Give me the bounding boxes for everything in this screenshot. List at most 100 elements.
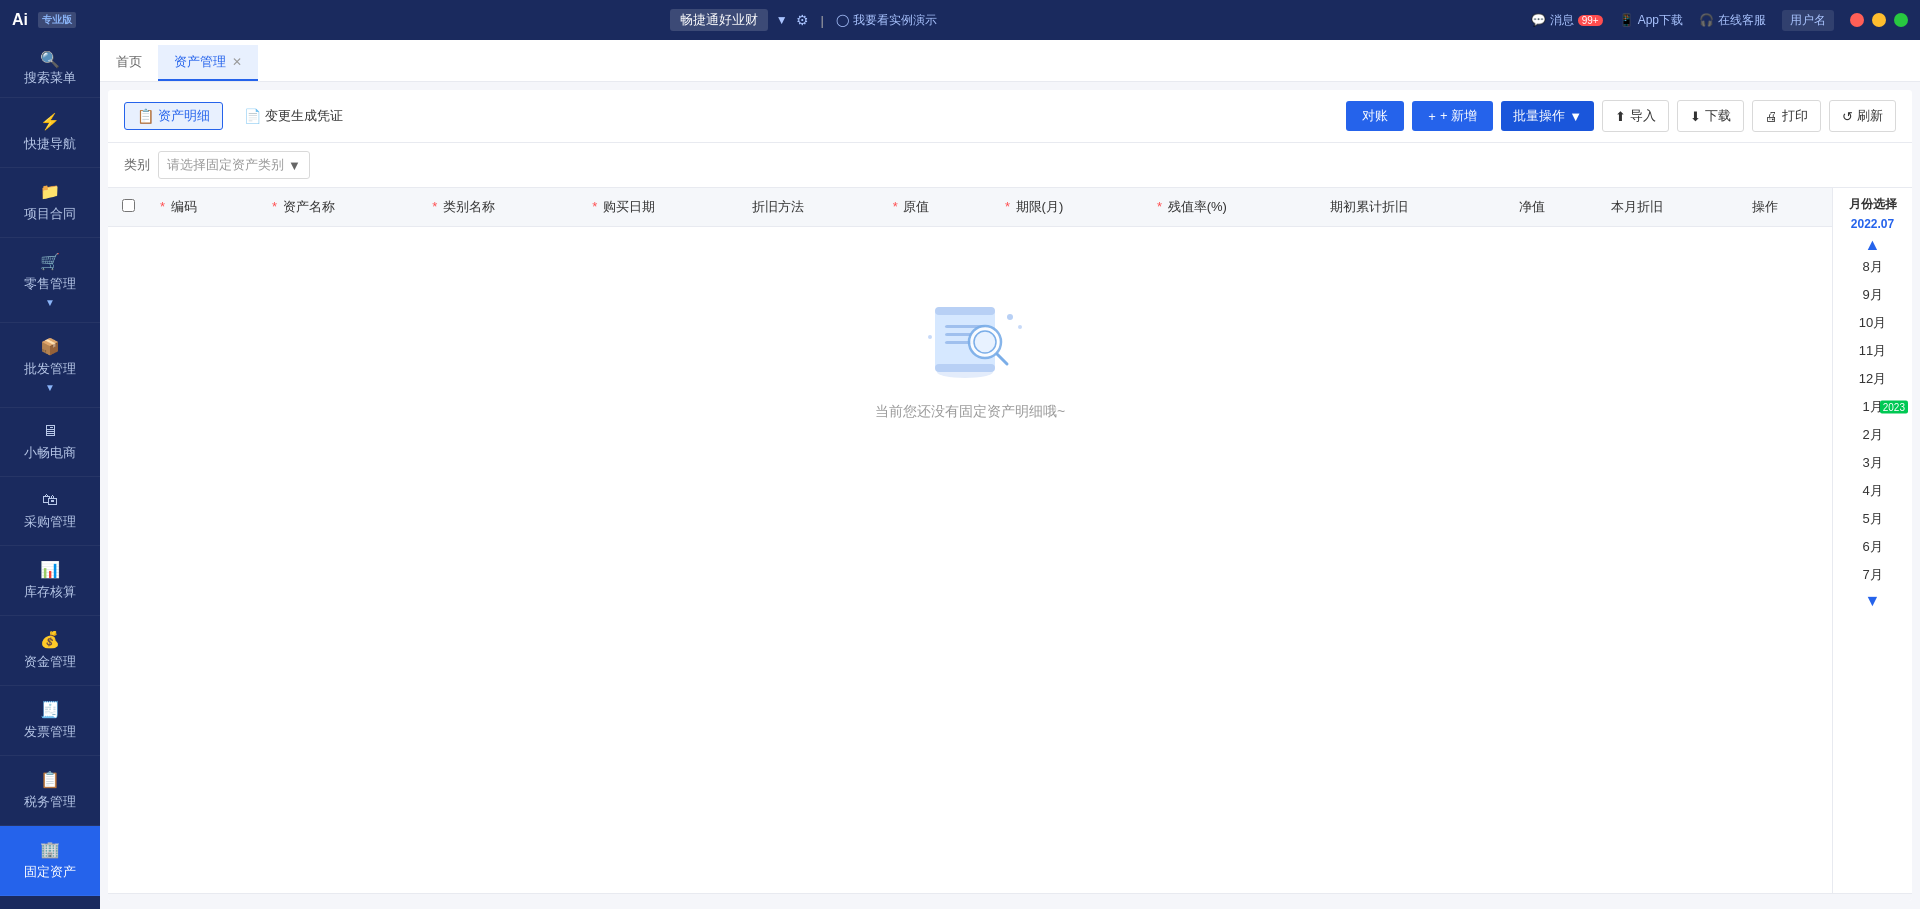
month-item-11[interactable]: 11月 — [1833, 337, 1912, 365]
content-area: 首页 资产管理 ✕ 📋 资产明细 📄 变更生成凭证 — [100, 40, 1920, 909]
year-2023-badge: 2023 — [1880, 401, 1908, 414]
refresh-icon: ↺ — [1842, 109, 1853, 124]
month-item-2[interactable]: 2月 — [1833, 421, 1912, 449]
filter-container: 类别 请选择固定资产类别 ▼ — [108, 143, 1912, 188]
toolbar-right: 对账 + + 新增 批量操作 ▼ ⬆ 导入 ⬇ 下载 — [1346, 100, 1896, 132]
company-name[interactable]: 畅捷通好业财 — [670, 9, 768, 31]
bottom-scroll[interactable] — [108, 893, 1912, 901]
message-icon: 💬 — [1531, 13, 1546, 27]
sub-tab-bar: 📋 资产明细 📄 变更生成凭证 对账 + + 新增 批量操作 — [108, 90, 1912, 143]
category-select[interactable]: 请选择固定资产类别 ▼ — [158, 151, 310, 179]
arrow-icon: ▼ — [45, 382, 55, 393]
app-logo: Ai — [12, 11, 28, 29]
table-header-row: * 编码 * 资产名称 * 类别名称 — [108, 188, 1832, 227]
table-month-container: * 编码 * 资产名称 * 类别名称 — [108, 188, 1912, 893]
month-item-10[interactable]: 10月 — [1833, 309, 1912, 337]
asset-detail-icon: 📋 — [137, 108, 154, 124]
month-panel-down-nav[interactable]: ▼ — [1865, 593, 1881, 609]
tab-close-icon[interactable]: ✕ — [232, 55, 242, 69]
change-voucher-icon: 📄 — [244, 108, 261, 124]
import-button[interactable]: ⬆ 导入 — [1602, 100, 1669, 132]
col-monthly-depreciation: 本月折旧 — [1599, 188, 1739, 227]
dropdown-arrow-icon: ▼ — [288, 158, 301, 173]
sidebar-item-purchase-mgmt[interactable]: 🛍 采购管理 — [0, 477, 100, 546]
col-code: * 编码 — [148, 188, 260, 227]
window-minimize-btn[interactable]: − — [1894, 13, 1908, 27]
print-button[interactable]: 🖨 打印 — [1752, 100, 1821, 132]
empty-illustration — [910, 287, 1030, 387]
month-item-4[interactable]: 4月 — [1833, 477, 1912, 505]
reconcile-button[interactable]: 对账 — [1346, 101, 1404, 131]
select-all-checkbox[interactable] — [122, 199, 135, 212]
sidebar-item-inventory[interactable]: 📊 库存核算 — [0, 546, 100, 616]
message-btn[interactable]: 💬 消息 99+ — [1531, 12, 1603, 29]
tab-asset-management[interactable]: 资产管理 ✕ — [158, 45, 258, 81]
month-item-9[interactable]: 9月 — [1833, 281, 1912, 309]
add-icon: + — [1428, 109, 1436, 124]
page-content: 📋 资产明细 📄 变更生成凭证 对账 + + 新增 批量操作 — [108, 90, 1912, 901]
col-purchase-date: * 购买日期 — [580, 188, 740, 227]
month-item-12[interactable]: 12月 — [1833, 365, 1912, 393]
svg-line-9 — [997, 354, 1007, 364]
empty-text: 当前您还没有固定资产明细哦~ — [875, 403, 1065, 421]
headset-icon: 🎧 — [1699, 13, 1714, 27]
home-tab-label: 首页 — [116, 53, 142, 71]
sidebar-item-retail-mgmt[interactable]: 🛒 零售管理 ▼ — [0, 238, 100, 323]
tab-bar: 首页 资产管理 ✕ — [100, 40, 1920, 82]
asset-tab-label: 资产管理 — [174, 53, 226, 71]
sidebar-item-ecommerce[interactable]: 🖥 小畅电商 — [0, 408, 100, 477]
sidebar-item-search[interactable]: 🔍 搜索菜单 — [0, 40, 100, 98]
col-checkbox — [108, 188, 148, 227]
month-panel-year: 2022.07 — [1851, 217, 1894, 231]
demo-icon: ◯ — [836, 13, 849, 27]
month-item-1[interactable]: 1月 2023 — [1833, 393, 1912, 421]
sidebar-item-salary[interactable]: 💵 工资 — [0, 896, 100, 909]
download-button[interactable]: ⬇ 下载 — [1677, 100, 1744, 132]
window-maximize-btn[interactable]: □ — [1872, 13, 1886, 27]
sidebar-item-project-contract[interactable]: 📁 项目合同 — [0, 168, 100, 238]
online-service-btn[interactable]: 🎧 在线客服 — [1699, 12, 1766, 29]
app-title: Ai 专业版 — [12, 11, 76, 29]
refresh-button[interactable]: ↺ 刷新 — [1829, 100, 1896, 132]
sub-tab-change-voucher[interactable]: 📄 变更生成凭证 — [231, 102, 356, 130]
empty-state: 当前您还没有固定资产明细哦~ — [108, 227, 1832, 481]
col-accumulated-depreciation: 期初累计折旧 — [1318, 188, 1506, 227]
col-depreciation-method: 折旧方法 — [740, 188, 880, 227]
month-item-6[interactable]: 6月 — [1833, 533, 1912, 561]
top-bar-left: Ai 专业版 — [12, 11, 76, 29]
user-info[interactable]: 用户名 — [1782, 10, 1834, 31]
sidebar-item-quick-nav[interactable]: ⚡ 快捷导航 — [0, 98, 100, 168]
month-item-7[interactable]: 7月 — [1833, 561, 1912, 589]
sidebar-item-fund-mgmt[interactable]: 💰 资金管理 — [0, 616, 100, 686]
demo-link[interactable]: ◯ 我要看实例演示 — [836, 12, 937, 29]
settings-icon[interactable]: ⚙ — [796, 12, 809, 28]
col-original-value: * 原值 — [881, 188, 993, 227]
month-panel-up-nav[interactable]: ▲ — [1865, 237, 1881, 253]
top-bar-center: 畅捷通好业财 ▼ ⚙ | ◯ 我要看实例演示 — [670, 9, 937, 31]
sidebar-item-tax-mgmt[interactable]: 📋 税务管理 — [0, 756, 100, 826]
col-net-value: 净值 — [1507, 188, 1599, 227]
app-download-btn[interactable]: 📱 App下载 — [1619, 12, 1683, 29]
col-operation: 操作 — [1740, 188, 1832, 227]
month-item-5[interactable]: 5月 — [1833, 505, 1912, 533]
col-name: * 资产名称 — [260, 188, 420, 227]
tab-home[interactable]: 首页 — [100, 45, 158, 81]
app-download-icon: 📱 — [1619, 13, 1634, 27]
svg-point-11 — [1018, 325, 1022, 329]
month-panel: 月份选择 2022.07 ▲ 8月 9月 10月 11月 12月 1月 2023… — [1832, 188, 1912, 893]
sidebar-item-invoice-mgmt[interactable]: 🧾 发票管理 — [0, 686, 100, 756]
assets-table: * 编码 * 资产名称 * 类别名称 — [108, 188, 1832, 227]
main-layout: 🔍 搜索菜单 ⚡ 快捷导航 📁 项目合同 🛒 零售管理 ▼ 📦 批发管理 ▼ 🖥… — [0, 40, 1920, 909]
download-icon: ⬇ — [1690, 109, 1701, 124]
add-button[interactable]: + + 新增 — [1412, 101, 1493, 131]
table-container[interactable]: * 编码 * 资产名称 * 类别名称 — [108, 188, 1912, 893]
window-close-btn[interactable]: ✕ — [1850, 13, 1864, 27]
batch-button[interactable]: 批量操作 ▼ — [1501, 101, 1594, 131]
company-dropdown[interactable]: ▼ — [776, 13, 788, 27]
month-item-3[interactable]: 3月 — [1833, 449, 1912, 477]
sidebar-item-batch-mgmt[interactable]: 📦 批发管理 ▼ — [0, 323, 100, 408]
batch-dropdown-icon: ▼ — [1569, 109, 1582, 124]
month-item-8[interactable]: 8月 — [1833, 253, 1912, 281]
sub-tab-asset-detail[interactable]: 📋 资产明细 — [124, 102, 223, 130]
sidebar-item-fixed-assets[interactable]: 🏢 固定资产 — [0, 826, 100, 896]
